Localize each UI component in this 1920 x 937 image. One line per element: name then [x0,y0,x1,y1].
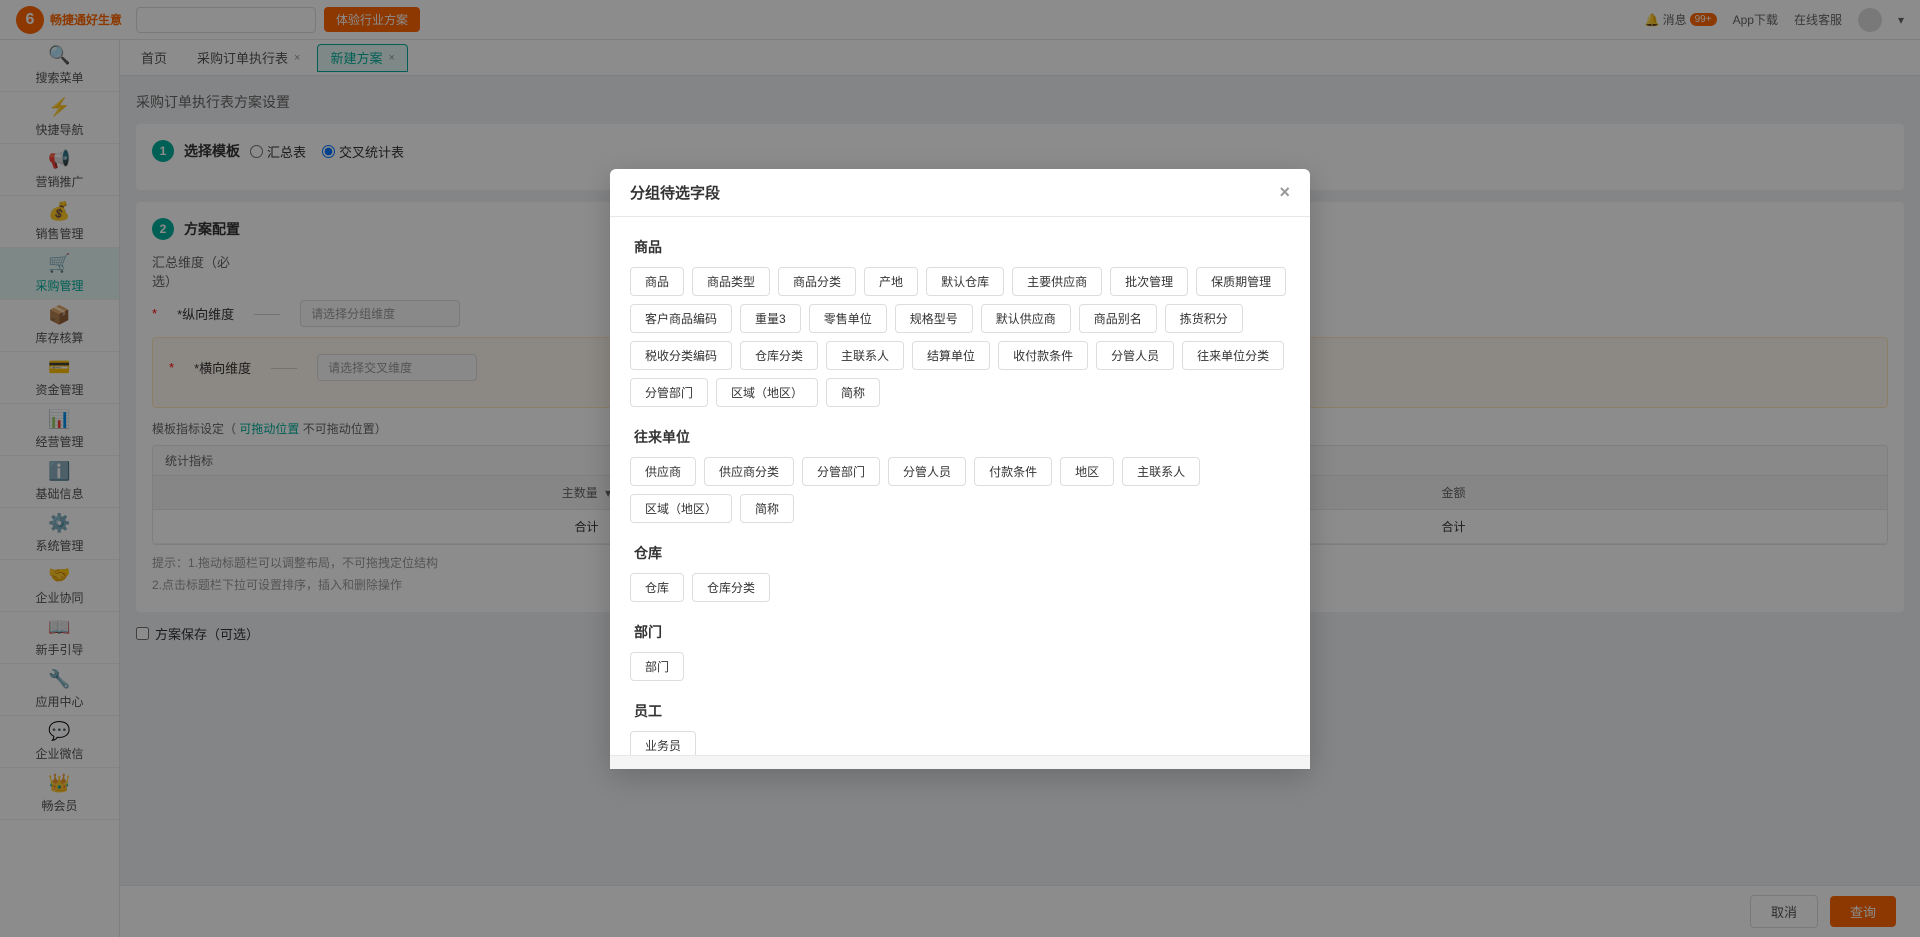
field-tag[interactable]: 供应商分类 [704,457,794,486]
field-tag[interactable]: 保质期管理 [1196,267,1286,296]
field-tag[interactable]: 拣货积分 [1165,304,1243,333]
field-tag[interactable]: 结算单位 [912,341,990,370]
field-tag[interactable]: 仓库分类 [692,573,770,602]
field-section-title-employee: 员工 [630,701,1290,721]
field-tag[interactable]: 业务员 [630,731,696,755]
field-tag[interactable]: 地区 [1060,457,1114,486]
field-tag[interactable]: 主联系人 [1122,457,1200,486]
field-section-title-partner: 往来单位 [630,427,1290,447]
field-tags-partner: 供应商供应商分类分管部门分管人员付款条件地区主联系人区域（地区） 简称 [630,457,1290,523]
modal-header: 分组待选字段 × [610,169,1310,217]
field-tag[interactable]: 主要供应商 [1012,267,1102,296]
modal-close-button[interactable]: × [1279,182,1290,203]
field-tag[interactable]: 分管部门 [802,457,880,486]
field-section-employee: 员工业务员 [630,701,1290,755]
field-section-department: 部门部门 [630,622,1290,681]
field-section-title-goods: 商品 [630,237,1290,257]
field-tag[interactable]: 默认仓库 [926,267,1004,296]
field-tag[interactable]: 默认供应商 [981,304,1071,333]
modal-title: 分组待选字段 [630,182,720,203]
field-tag[interactable]: 往来单位分类 [1182,341,1284,370]
field-tag[interactable]: 商品类型 [692,267,770,296]
field-tags-employee: 业务员 [630,731,1290,755]
field-section-title-warehouse: 仓库 [630,543,1290,563]
field-tags-department: 部门 [630,652,1290,681]
field-tag[interactable]: 仓库分类 [740,341,818,370]
field-tag[interactable]: 主联系人 [826,341,904,370]
field-tag[interactable]: 商品别名 [1079,304,1157,333]
modal-hscroll[interactable] [610,755,1310,769]
field-tag[interactable]: 批次管理 [1110,267,1188,296]
field-tag[interactable]: 重量3 [740,304,801,333]
modal-dialog: 分组待选字段 × 商品商品商品类型商品分类产地默认仓库主要供应商批次管理保质期管… [610,169,1310,769]
field-tag[interactable]: 分管人员 [1096,341,1174,370]
field-tag[interactable]: 客户商品编码 [630,304,732,333]
field-section-title-department: 部门 [630,622,1290,642]
field-tag[interactable]: 简称 [826,378,880,407]
field-tag[interactable]: 商品 [630,267,684,296]
field-section-goods: 商品商品商品类型商品分类产地默认仓库主要供应商批次管理保质期管理客户商品编码重量… [630,237,1290,407]
field-tag[interactable]: 供应商 [630,457,696,486]
modal-overlay: 分组待选字段 × 商品商品商品类型商品分类产地默认仓库主要供应商批次管理保质期管… [0,0,1920,937]
field-tag[interactable]: 税收分类编码 [630,341,732,370]
field-tag[interactable]: 零售单位 [809,304,887,333]
modal-body: 商品商品商品类型商品分类产地默认仓库主要供应商批次管理保质期管理客户商品编码重量… [610,217,1310,755]
field-section-partner: 往来单位供应商供应商分类分管部门分管人员付款条件地区主联系人区域（地区） 简称 [630,427,1290,523]
field-tag[interactable]: 仓库 [630,573,684,602]
field-tag[interactable]: 收付款条件 [998,341,1088,370]
field-tag[interactable]: 区域（地区） [630,494,732,523]
field-tag[interactable]: 产地 [864,267,918,296]
field-tag[interactable]: 区域（地区） [716,378,818,407]
field-tag[interactable]: 分管人员 [888,457,966,486]
field-tag[interactable]: 分管部门 [630,378,708,407]
field-tags-warehouse: 仓库仓库分类 [630,573,1290,602]
field-tag[interactable]: 简称 [740,494,794,523]
field-tag[interactable]: 规格型号 [895,304,973,333]
field-tag[interactable]: 商品分类 [778,267,856,296]
field-tag[interactable]: 付款条件 [974,457,1052,486]
field-section-warehouse: 仓库仓库仓库分类 [630,543,1290,602]
field-tag[interactable]: 部门 [630,652,684,681]
field-tags-goods: 商品商品类型商品分类产地默认仓库主要供应商批次管理保质期管理客户商品编码重量3 零… [630,267,1290,407]
